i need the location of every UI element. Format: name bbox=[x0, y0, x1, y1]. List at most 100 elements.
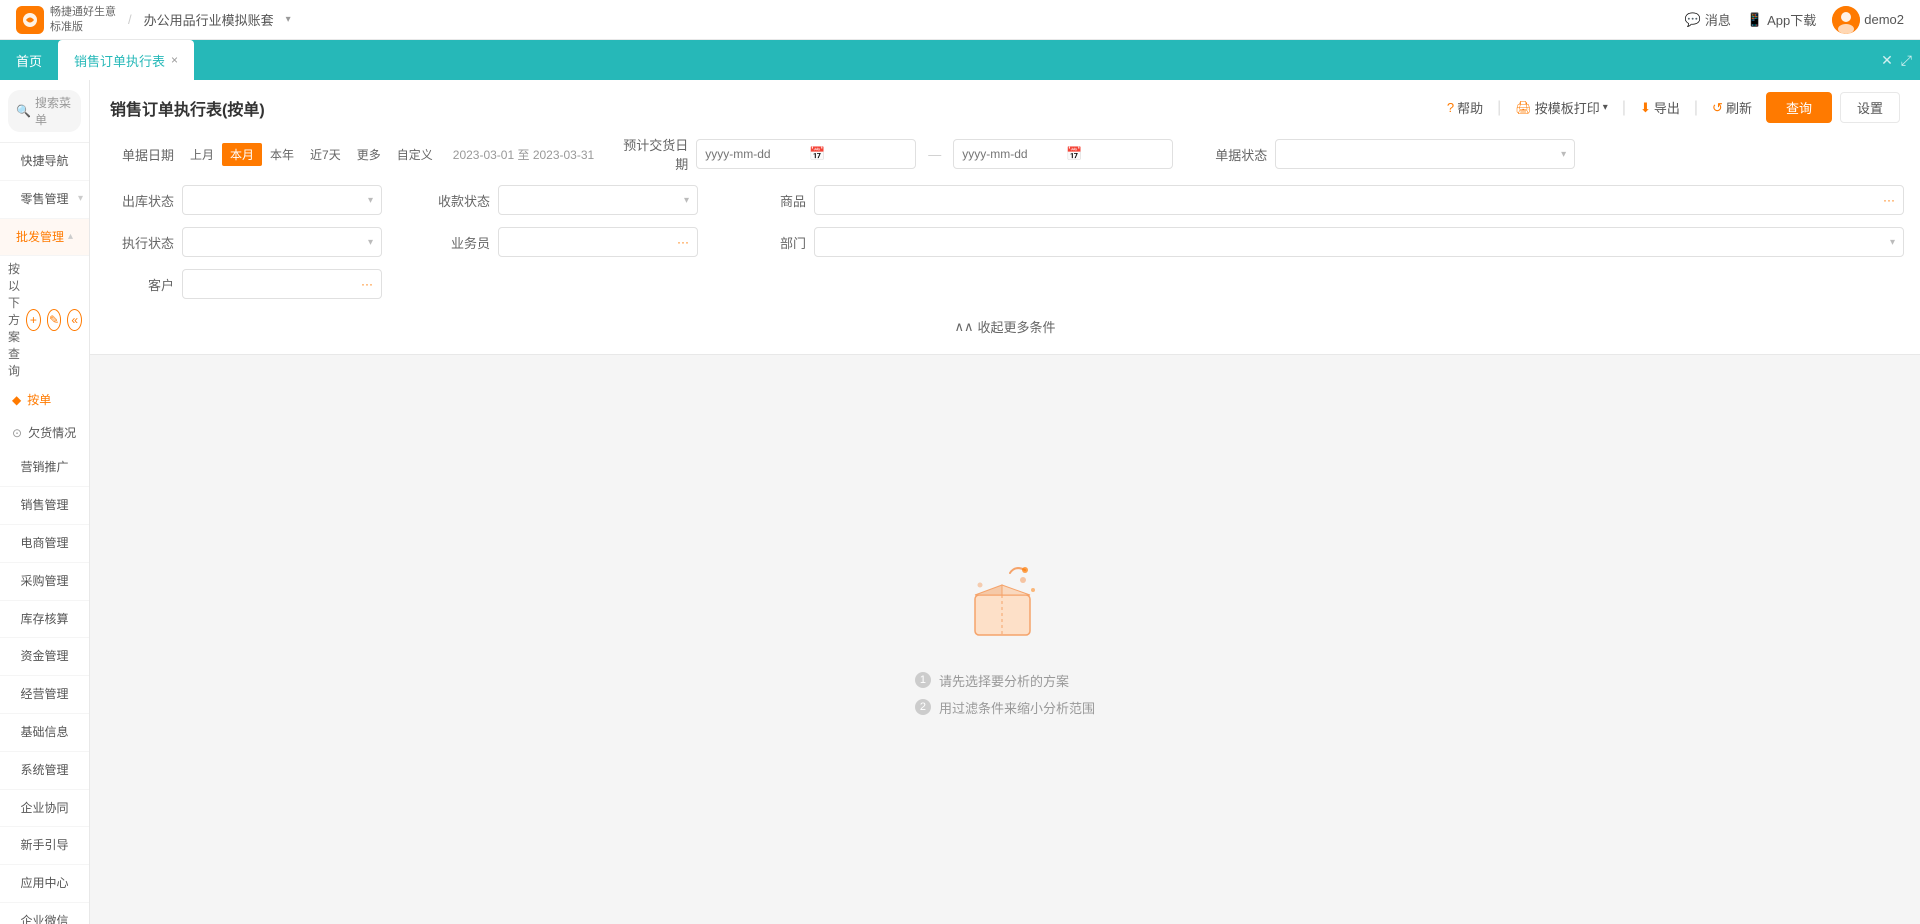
collapse-conditions-btn[interactable]: ∧∧ 收起更多条件 bbox=[106, 311, 1904, 342]
filter-row-4: 客户 ··· bbox=[106, 269, 1904, 299]
sidebar-sub-order[interactable]: ◆ 按单 bbox=[0, 383, 90, 416]
export-btn[interactable]: ⬇ 导出 bbox=[1634, 94, 1686, 121]
date-label: 单据日期 bbox=[106, 145, 174, 164]
refresh-btn[interactable]: ↺ 刷新 bbox=[1706, 94, 1758, 121]
sidebar-item-sales[interactable]: 销售管理 bbox=[0, 487, 89, 525]
filter-dept: 部门 ▾ bbox=[738, 227, 1904, 257]
breadcrumb-dropdown-icon[interactable]: ▾ bbox=[286, 14, 291, 25]
predicted-date-end-input[interactable]: 📅 bbox=[953, 139, 1173, 169]
warehouse-status-field[interactable] bbox=[191, 193, 364, 207]
user-action[interactable]: demo2 bbox=[1832, 6, 1904, 34]
tip-number-2: 2 bbox=[915, 699, 931, 715]
sidebar-wholesale-arrow: ▴ bbox=[68, 230, 73, 244]
page-actions-row: ? 帮助 | 🖨 按模板打印 ▾ | ⬇ 导出 | ↺ 刷新 bbox=[1441, 92, 1900, 123]
doc-status-input[interactable]: ▾ bbox=[1275, 139, 1575, 169]
main-layout: 🔍 搜索菜单 快捷导航 零售管理 ▾ 批发管理 ▴ 按以下方案查询 + ✎ « … bbox=[0, 80, 1920, 924]
cal-end-icon[interactable]: 📅 bbox=[1066, 146, 1082, 162]
period-thisyear[interactable]: 本年 bbox=[262, 143, 302, 166]
tab-close-icon[interactable]: × bbox=[171, 53, 178, 67]
warehouse-label: 出库状态 bbox=[106, 191, 174, 210]
sidebar-sub-debt[interactable]: ⊙ 欠货情况 bbox=[0, 416, 90, 449]
query-btn[interactable]: 查询 bbox=[1766, 92, 1832, 123]
sidebar-item-retail[interactable]: 零售管理 ▾ bbox=[0, 181, 89, 219]
print-icon: 🖨 bbox=[1515, 100, 1532, 116]
content-area: 销售订单执行表(按单) ? 帮助 | 🖨 按模板打印 ▾ | ⬇ 导出 | bbox=[90, 80, 1920, 924]
sidebar-item-marketing[interactable]: 营销推广 bbox=[0, 449, 89, 487]
product-more-icon[interactable]: ··· bbox=[1883, 193, 1895, 207]
edit-scheme-btn[interactable]: ✎ bbox=[47, 309, 62, 331]
tab-close-window-icon[interactable]: ✕ bbox=[1881, 52, 1893, 69]
period-last7[interactable]: 近7天 bbox=[302, 143, 349, 166]
sidebar-item-operations[interactable]: 经营管理 bbox=[0, 676, 89, 714]
app-download-action[interactable]: 📱 App下载 bbox=[1747, 10, 1816, 29]
sidebar-item-ecommerce[interactable]: 电商管理 bbox=[0, 525, 89, 563]
filter-warehouse-status: 出库状态 ▾ bbox=[106, 185, 382, 215]
tab-fullscreen-icon[interactable]: ⤢ bbox=[1901, 52, 1912, 69]
sidebar-item-finance[interactable]: 资金管理 bbox=[0, 638, 89, 676]
message-action[interactable]: 💬 消息 bbox=[1685, 10, 1731, 29]
salesman-input[interactable]: ··· bbox=[498, 227, 698, 257]
tab-home[interactable]: 首页 bbox=[0, 40, 58, 80]
page-title: 销售订单执行表(按单) bbox=[110, 96, 265, 120]
doc-status-dropdown-icon[interactable]: ▾ bbox=[1561, 149, 1566, 160]
payment-dropdown-icon[interactable]: ▾ bbox=[684, 195, 689, 206]
sidebar-item-quicknav[interactable]: 快捷导航 bbox=[0, 143, 89, 181]
doc-status-field[interactable] bbox=[1284, 147, 1557, 161]
period-thismonth[interactable]: 本月 bbox=[222, 143, 262, 166]
help-btn[interactable]: ? 帮助 bbox=[1441, 94, 1489, 121]
sidebar-item-wholesale[interactable]: 批发管理 ▴ bbox=[0, 219, 89, 257]
customer-field[interactable] bbox=[191, 277, 357, 291]
warehouse-dropdown-icon[interactable]: ▾ bbox=[368, 195, 373, 206]
sidebar-item-basic[interactable]: 基础信息 bbox=[0, 714, 89, 752]
sidebar-item-enterprise[interactable]: 企业协同 bbox=[0, 790, 89, 828]
sidebar-search[interactable]: 🔍 搜索菜单 bbox=[0, 80, 89, 143]
download-icon: 📱 bbox=[1747, 12, 1763, 28]
sidebar-item-system[interactable]: 系统管理 bbox=[0, 752, 89, 790]
page-header-top: 销售订单执行表(按单) ? 帮助 | 🖨 按模板打印 ▾ | ⬇ 导出 | bbox=[90, 80, 1920, 123]
header-left: 畅捷通好生意 标准版 / 办公用品行业模拟账套 ▾ bbox=[16, 5, 291, 34]
template-print-btn[interactable]: 🖨 按模板打印 ▾ bbox=[1509, 94, 1614, 121]
salesman-more-icon[interactable]: ··· bbox=[677, 235, 689, 249]
product-input[interactable]: ··· bbox=[814, 185, 1904, 215]
date-range-sep: — bbox=[928, 147, 941, 162]
collapse-scheme-btn[interactable]: « bbox=[67, 309, 82, 331]
add-scheme-btn[interactable]: + bbox=[26, 309, 41, 331]
cal-start-icon[interactable]: 📅 bbox=[809, 146, 825, 162]
salesman-field[interactable] bbox=[507, 235, 673, 249]
refresh-icon: ↺ bbox=[1712, 100, 1723, 116]
predicted-date-start-input[interactable]: 📅 bbox=[696, 139, 916, 169]
payment-status-input[interactable]: ▾ bbox=[498, 185, 698, 215]
exec-status-label: 执行状态 bbox=[106, 233, 174, 252]
product-field[interactable] bbox=[823, 193, 1879, 207]
predicted-date-end-field[interactable] bbox=[962, 147, 1062, 161]
logo-area[interactable]: 畅捷通好生意 标准版 bbox=[16, 5, 116, 34]
tab-active[interactable]: 销售订单执行表 × bbox=[58, 40, 194, 80]
sidebar-item-wechat[interactable]: 企业微信 bbox=[0, 903, 89, 924]
settings-btn[interactable]: 设置 bbox=[1840, 92, 1900, 123]
filter-customer: 客户 ··· bbox=[106, 269, 382, 299]
filter-row-3: 执行状态 ▾ 业务员 ··· 部门 bbox=[106, 227, 1904, 257]
sidebar-item-inventory[interactable]: 库存核算 bbox=[0, 601, 89, 639]
predicted-date-start-field[interactable] bbox=[705, 147, 805, 161]
date-period-tabs: 上月 本月 本年 近7天 更多 自定义 bbox=[182, 143, 441, 166]
payment-status-field[interactable] bbox=[507, 193, 680, 207]
tab-bar: 首页 销售订单执行表 × ✕ ⤢ bbox=[0, 40, 1920, 80]
scheme-label: 按以下方案查询 bbox=[8, 260, 20, 379]
warehouse-status-input[interactable]: ▾ bbox=[182, 185, 382, 215]
period-custom[interactable]: 自定义 bbox=[389, 143, 441, 166]
dept-input[interactable]: ▾ bbox=[814, 227, 1904, 257]
exec-dropdown-icon[interactable]: ▾ bbox=[368, 237, 373, 248]
sidebar-item-newuser[interactable]: 新手引导 bbox=[0, 827, 89, 865]
period-lastmonth[interactable]: 上月 bbox=[182, 143, 222, 166]
tip-number-1: 1 bbox=[915, 672, 931, 688]
customer-more-icon[interactable]: ··· bbox=[361, 277, 373, 291]
sidebar-item-appstore[interactable]: 应用中心 bbox=[0, 865, 89, 903]
dept-field[interactable] bbox=[823, 235, 1886, 249]
dept-dropdown-icon[interactable]: ▾ bbox=[1890, 237, 1895, 248]
period-more[interactable]: 更多 bbox=[349, 143, 389, 166]
customer-input[interactable]: ··· bbox=[182, 269, 382, 299]
exec-status-field[interactable] bbox=[191, 235, 364, 249]
filter-exec-status: 执行状态 ▾ bbox=[106, 227, 382, 257]
sidebar-item-purchase[interactable]: 采购管理 bbox=[0, 563, 89, 601]
exec-status-input[interactable]: ▾ bbox=[182, 227, 382, 257]
